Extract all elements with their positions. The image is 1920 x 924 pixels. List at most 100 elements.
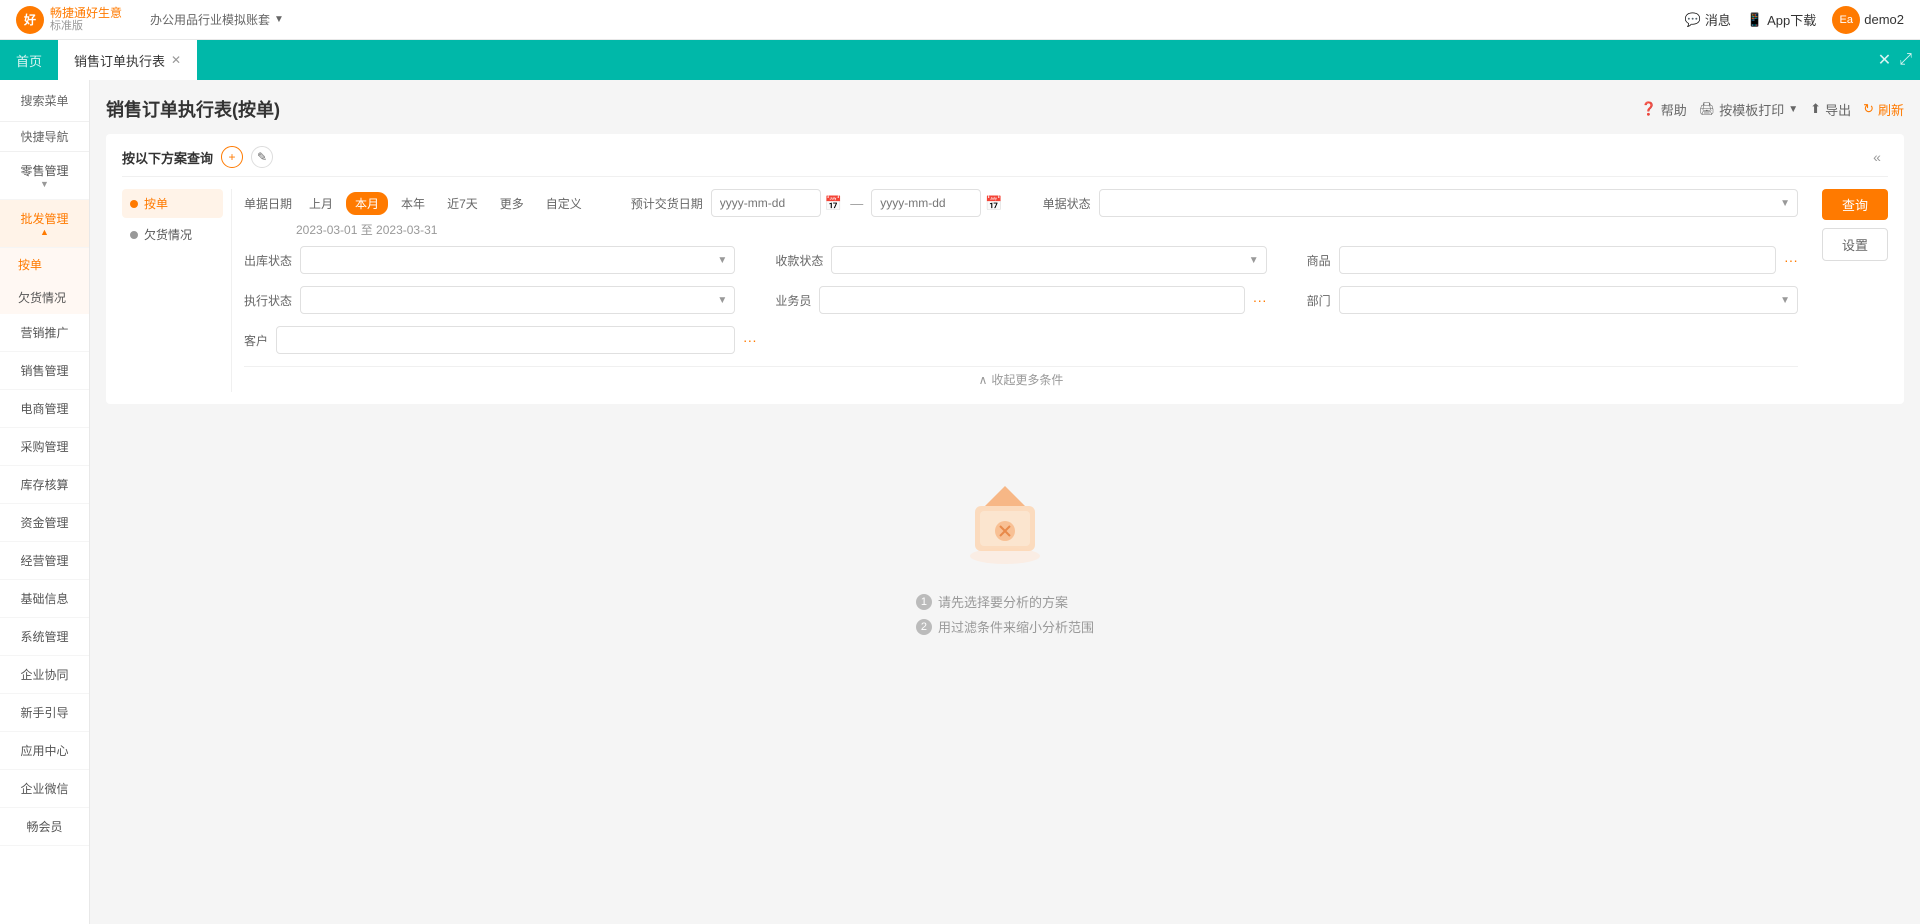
customer-input[interactable]: [276, 326, 735, 354]
filter-field-department: 部门 ▼: [1307, 286, 1798, 314]
sidebar-item-label: 零售管理: [20, 162, 68, 179]
sidebar-item-label: 批发管理: [20, 210, 68, 227]
sidebar-item-member[interactable]: 畅会员: [0, 808, 89, 846]
empty-state: 1 请先选择要分析的方案 2 用过滤条件来缩小分析范围: [106, 416, 1904, 702]
filter-field-delivery-status: 出库状态 ▼: [244, 246, 735, 274]
settings-btn[interactable]: 设置: [1822, 228, 1888, 261]
sidebar-item-label: 销售管理: [20, 362, 68, 379]
quick-nav-btn[interactable]: 快捷导航: [0, 122, 89, 152]
mobile-icon: 📱: [1747, 12, 1763, 28]
collapse-left-btn[interactable]: «: [1866, 146, 1888, 168]
export-btn[interactable]: ⬆ 导出: [1810, 100, 1851, 119]
search-menu-btn[interactable]: 搜索菜单: [8, 88, 81, 113]
sidebar-search-section: 搜索菜单: [0, 80, 89, 122]
date-btn-more[interactable]: 更多: [491, 192, 533, 215]
filter-panel-body: 按单 欠货情况 单据日期: [122, 189, 1888, 392]
content-area: 销售订单执行表(按单) ❓ 帮助 🖨 按模板打印 ▼ ⬆ 导出 ↻ 刷新: [90, 80, 1920, 924]
exec-status-select-wrap: ▼: [300, 286, 735, 314]
salesperson-select-btn[interactable]: ···: [1253, 292, 1267, 308]
tab-sales-order-exec[interactable]: 销售订单执行表 ✕: [58, 40, 197, 80]
expected-date-label: 预计交货日期: [631, 195, 703, 212]
page-actions: ❓ 帮助 🖨 按模板打印 ▼ ⬆ 导出 ↻ 刷新: [1641, 100, 1904, 119]
add-scheme-btn[interactable]: +: [221, 146, 243, 168]
sidebar-item-sales[interactable]: 销售管理: [0, 352, 89, 390]
filter-field-order-status: 单据状态 ▼: [1043, 189, 1798, 217]
date-separator: —: [850, 196, 863, 211]
export-icon: ⬆: [1810, 101, 1821, 117]
expected-date-from[interactable]: [711, 189, 821, 217]
filter-row-2: 出库状态 ▼ 收款状态: [244, 246, 1798, 274]
maximize-btn[interactable]: ⤢: [1899, 51, 1912, 69]
date-btn-this-month[interactable]: 本月: [346, 192, 388, 215]
template-print-btn[interactable]: 🖨 按模板打印 ▼: [1699, 100, 1798, 119]
order-status-label: 单据状态: [1043, 195, 1091, 212]
order-status-select[interactable]: [1099, 189, 1798, 217]
sidebar-item-operations[interactable]: 经营管理: [0, 542, 89, 580]
logo-area: 好 畅捷通好生意 标准版: [16, 6, 122, 34]
sidebar-item-marketing[interactable]: 营销推广: [0, 314, 89, 352]
app-download-btn[interactable]: 📱 App下载: [1747, 10, 1816, 29]
customer-select-btn[interactable]: ···: [743, 332, 757, 348]
sidebar-item-inventory[interactable]: 库存核算: [0, 466, 89, 504]
filter-field-exec-status: 执行状态 ▼: [244, 286, 735, 314]
sidebar-item-retail[interactable]: 零售管理 ▼: [0, 152, 89, 200]
tab-home[interactable]: 首页: [0, 40, 58, 80]
date-btn-7days[interactable]: 近7天: [438, 192, 487, 215]
calendar-from-icon[interactable]: 📅: [825, 195, 842, 212]
sidebar-item-newbie[interactable]: 新手引导: [0, 694, 89, 732]
edit-scheme-btn[interactable]: ✎: [251, 146, 273, 168]
close-window-btn[interactable]: ✕: [1878, 50, 1891, 70]
date-range: 上月 本月 本年 近7天 更多 自定义: [300, 192, 591, 215]
sidebar-item-basic[interactable]: 基础信息: [0, 580, 89, 618]
filter-field-receipt-status: 收款状态 ▼: [775, 246, 1266, 274]
filter-field-customer: 客户 ···: [244, 326, 757, 354]
sub-nav-by-order[interactable]: 按单: [122, 189, 223, 218]
collapse-row[interactable]: ∧ 收起更多条件: [244, 366, 1798, 392]
department-select[interactable]: [1339, 286, 1798, 314]
sidebar-item-label: 应用中心: [20, 742, 68, 759]
filter-row-1: 单据日期 上月 本月 本年 近7天 更多 自定义: [244, 189, 1798, 217]
date-btn-last-month[interactable]: 上月: [300, 192, 342, 215]
message-btn[interactable]: 💬 消息: [1685, 10, 1731, 29]
product-input[interactable]: [1339, 246, 1776, 274]
expected-date-to[interactable]: [871, 189, 981, 217]
sidebar-item-purchase[interactable]: 采购管理: [0, 428, 89, 466]
date-btn-custom[interactable]: 自定义: [537, 192, 591, 215]
nav-tabs: 首页 销售订单执行表 ✕ ✕ ⤢: [0, 40, 1920, 80]
search-btn[interactable]: 查询: [1822, 189, 1888, 220]
sidebar-item-wholesale[interactable]: 批发管理 ▲: [0, 200, 89, 248]
filter-field-order-date: 单据日期 上月 本月 本年 近7天 更多 自定义: [244, 192, 591, 215]
sub-nav-shortage[interactable]: 欠货情况: [122, 220, 223, 249]
sidebar-item-finance[interactable]: 资金管理: [0, 504, 89, 542]
sidebar-item-ecommerce[interactable]: 电商管理: [0, 390, 89, 428]
delivery-status-select[interactable]: [300, 246, 735, 274]
department-label: 部门: [1307, 292, 1331, 309]
receipt-status-select[interactable]: [831, 246, 1266, 274]
sidebar-sub-item-shortage[interactable]: 欠货情况: [0, 281, 89, 314]
sidebar-item-system[interactable]: 系统管理: [0, 618, 89, 656]
exec-status-select[interactable]: [300, 286, 735, 314]
close-tab-btn[interactable]: ✕: [171, 53, 181, 67]
salesperson-input[interactable]: [819, 286, 1244, 314]
sidebar-item-wechat[interactable]: 企业微信: [0, 770, 89, 808]
user-btn[interactable]: Ea demo2: [1832, 6, 1904, 34]
salesperson-label: 业务员: [775, 292, 811, 309]
help-btn[interactable]: ❓ 帮助: [1641, 100, 1687, 119]
date-btn-this-year[interactable]: 本年: [392, 192, 434, 215]
company-select[interactable]: 办公用品行业模拟账套 ▼: [150, 11, 284, 28]
product-select-btn[interactable]: ···: [1784, 252, 1798, 268]
tip-text-2: 用过滤条件来缩小分析范围: [938, 617, 1094, 636]
page-header: 销售订单执行表(按单) ❓ 帮助 🖨 按模板打印 ▼ ⬆ 导出 ↻ 刷新: [106, 96, 1904, 122]
receipt-status-label: 收款状态: [775, 252, 823, 269]
empty-tips: 1 请先选择要分析的方案 2 用过滤条件来缩小分析范围: [916, 592, 1094, 642]
sidebar-item-appstore[interactable]: 应用中心: [0, 732, 89, 770]
receipt-status-select-wrap: ▼: [831, 246, 1266, 274]
expected-date-from-wrap: 📅: [711, 189, 842, 217]
sidebar-item-enterprise[interactable]: 企业协同: [0, 656, 89, 694]
sidebar-item-label: 企业微信: [20, 780, 68, 797]
sidebar-sub-item-by-order[interactable]: 按单: [0, 248, 89, 281]
expected-date-to-wrap: 📅: [871, 189, 1002, 217]
filter-field-expected-date: 预计交货日期 📅 — 📅: [631, 189, 1003, 217]
calendar-to-icon[interactable]: 📅: [985, 195, 1002, 212]
refresh-btn[interactable]: ↻ 刷新: [1863, 100, 1904, 119]
